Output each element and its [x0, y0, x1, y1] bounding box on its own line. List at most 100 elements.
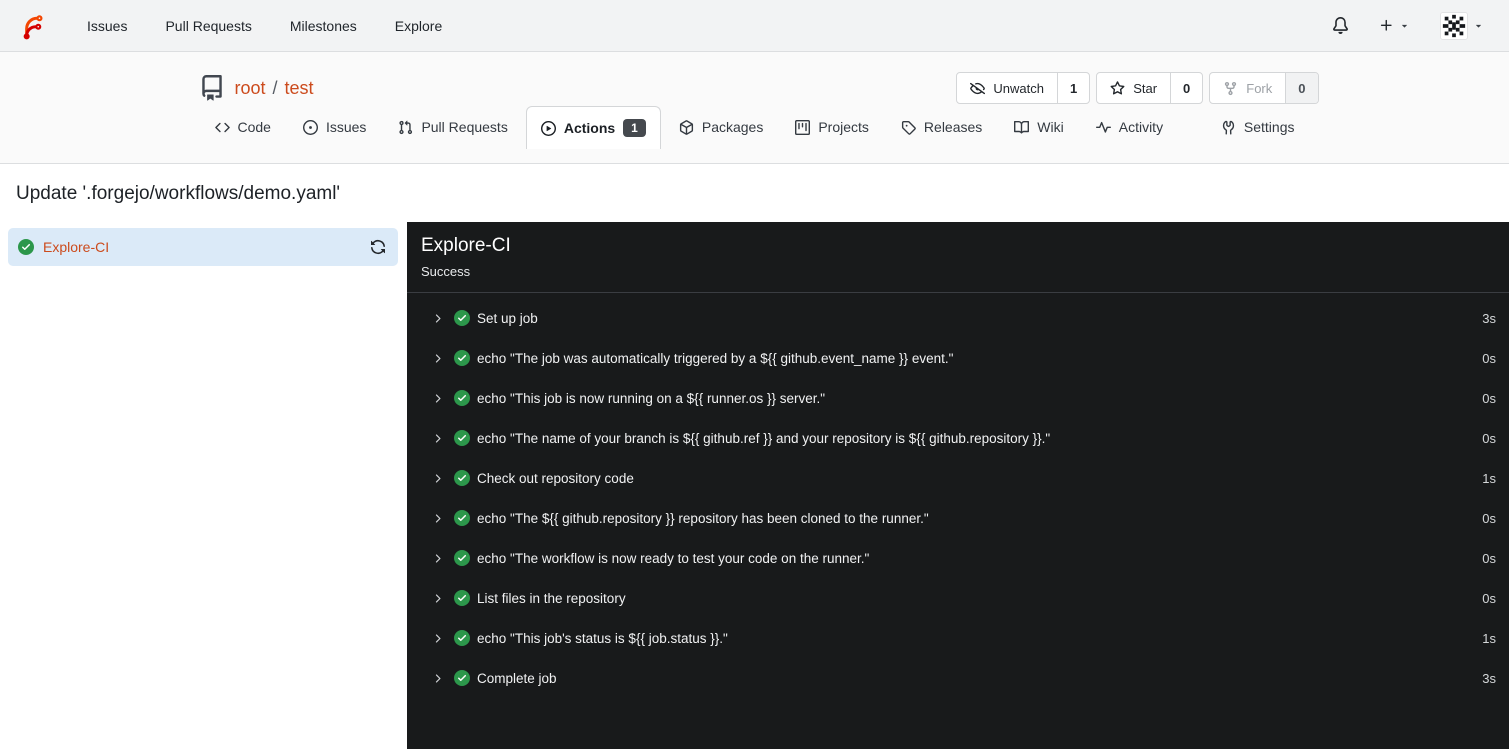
step-row[interactable]: echo "The name of your branch is ${{ git…	[407, 418, 1509, 458]
step-duration: 1s	[1482, 630, 1496, 646]
step-row[interactable]: Set up job 3s	[407, 298, 1509, 338]
step-success-icon	[454, 310, 470, 326]
job-success-icon	[18, 239, 34, 255]
step-row[interactable]: List files in the repository 0s	[407, 578, 1509, 618]
tab-actions[interactable]: Actions 1	[525, 106, 661, 149]
step-row[interactable]: echo "This job is now running on a ${{ r…	[407, 378, 1509, 418]
fork-button: Fork	[1210, 73, 1285, 103]
chevron-right-icon	[431, 392, 444, 405]
step-success-icon	[454, 470, 470, 486]
job-log-panel: Explore-CI Success Set up job 3s echo "T…	[407, 222, 1509, 749]
step-row[interactable]: echo "The job was automatically triggere…	[407, 338, 1509, 378]
step-duration: 3s	[1482, 310, 1496, 326]
step-row[interactable]: echo "This job's status is ${{ job.statu…	[407, 618, 1509, 658]
step-duration: 0s	[1482, 430, 1496, 446]
watch-button-group: Unwatch 1	[956, 72, 1091, 104]
chevron-right-icon	[431, 352, 444, 365]
job-log-header: Explore-CI Success	[407, 222, 1509, 293]
star-button-group: Star 0	[1096, 72, 1204, 104]
chevron-right-icon	[431, 592, 444, 605]
step-row[interactable]: Complete job 3s	[407, 658, 1509, 698]
forgejo-logo-icon	[17, 9, 46, 42]
eye-slash-icon	[970, 81, 985, 96]
step-duration: 0s	[1482, 590, 1496, 606]
job-item-explore-ci[interactable]: Explore-CI	[8, 228, 398, 266]
package-icon	[679, 120, 694, 135]
tab-issues[interactable]: Issues	[289, 106, 380, 148]
repo-icon	[199, 75, 225, 101]
tab-settings[interactable]: Settings	[1207, 106, 1309, 148]
fork-button-group: Fork 0	[1209, 72, 1319, 104]
nav-item-pull-requests[interactable]: Pull Requests	[146, 0, 270, 51]
run-title: Update '.forgejo/workflows/demo.yaml'	[16, 183, 341, 204]
job-log-title: Explore-CI	[421, 235, 511, 256]
repo-owner-link[interactable]: root	[235, 78, 266, 99]
chevron-right-icon	[431, 312, 444, 325]
step-row[interactable]: echo "The workflow is now ready to test …	[407, 538, 1509, 578]
notifications-button[interactable]	[1324, 11, 1357, 40]
step-duration: 1s	[1482, 470, 1496, 486]
nav-item-issues[interactable]: Issues	[68, 0, 146, 51]
navbar-right	[1324, 6, 1492, 46]
step-duration: 0s	[1482, 350, 1496, 366]
step-duration: 0s	[1482, 390, 1496, 406]
actions-run-view: Update '.forgejo/workflows/demo.yaml' Ex…	[0, 164, 1509, 749]
stars-count[interactable]: 0	[1170, 73, 1202, 103]
chevron-right-icon	[431, 672, 444, 685]
job-status-text: Success	[421, 264, 471, 279]
star-button[interactable]: Star	[1097, 73, 1170, 103]
watchers-count[interactable]: 1	[1056, 73, 1089, 103]
forgejo-logo[interactable]	[17, 9, 46, 42]
unwatch-button[interactable]: Unwatch	[957, 73, 1057, 103]
tab-code[interactable]: Code	[201, 106, 285, 148]
tab-releases[interactable]: Releases	[887, 106, 996, 148]
star-label: Star	[1133, 80, 1158, 96]
tab-pull-requests[interactable]: Pull Requests	[384, 106, 521, 148]
identicon-image	[1441, 13, 1467, 39]
project-board-icon	[795, 120, 810, 135]
step-row[interactable]: Check out repository code 1s	[407, 458, 1509, 498]
git-pull-request-icon	[398, 120, 413, 135]
tab-packages[interactable]: Packages	[665, 106, 777, 148]
fork-icon	[1223, 81, 1238, 96]
tab-projects[interactable]: Projects	[781, 106, 883, 148]
chevron-right-icon	[431, 632, 444, 645]
tab-wiki[interactable]: Wiki	[1000, 106, 1077, 148]
step-duration: 0s	[1482, 510, 1496, 526]
step-duration: 0s	[1482, 550, 1496, 566]
forks-count[interactable]: 0	[1285, 73, 1318, 103]
pulse-icon	[1096, 120, 1111, 135]
chevron-down-icon	[1473, 20, 1484, 31]
tag-icon	[901, 120, 916, 135]
repo-header: root / test Unwatch 1 Star 0 Fork 0 Code…	[0, 52, 1509, 164]
chevron-right-icon	[431, 432, 444, 445]
fork-label: Fork	[1246, 80, 1273, 96]
actions-count-badge: 1	[623, 119, 646, 137]
create-menu-button[interactable]	[1371, 12, 1418, 39]
repo-title-row: root / test Unwatch 1 Star 0 Fork 0	[191, 52, 1319, 106]
code-icon	[215, 120, 230, 135]
play-circle-icon	[541, 121, 556, 136]
bell-icon	[1332, 17, 1349, 34]
repo-action-buttons: Unwatch 1 Star 0 Fork 0	[956, 72, 1319, 104]
rerun-job-button[interactable]	[370, 239, 386, 255]
step-row[interactable]: echo "The ${{ github.repository }} repos…	[407, 498, 1509, 538]
navbar-links: Issues Pull Requests Milestones Explore	[68, 0, 461, 51]
repo-path-separator: /	[272, 77, 278, 98]
top-navbar: Issues Pull Requests Milestones Explore	[0, 0, 1509, 52]
nav-item-milestones[interactable]: Milestones	[271, 0, 376, 51]
repo-name-link[interactable]: test	[285, 78, 314, 99]
job-item-label: Explore-CI	[43, 239, 110, 255]
nav-item-explore[interactable]: Explore	[376, 0, 461, 51]
plus-icon	[1379, 18, 1394, 33]
chevron-right-icon	[431, 472, 444, 485]
user-menu-button[interactable]	[1432, 6, 1492, 46]
tab-activity[interactable]: Activity	[1082, 106, 1177, 148]
step-success-icon	[454, 510, 470, 526]
job-sidebar: Explore-CI	[0, 222, 407, 749]
step-success-icon	[454, 350, 470, 366]
step-list: Set up job 3s echo "The job was automati…	[407, 293, 1509, 698]
tools-icon	[1221, 120, 1236, 135]
step-success-icon	[454, 430, 470, 446]
chevron-right-icon	[431, 552, 444, 565]
